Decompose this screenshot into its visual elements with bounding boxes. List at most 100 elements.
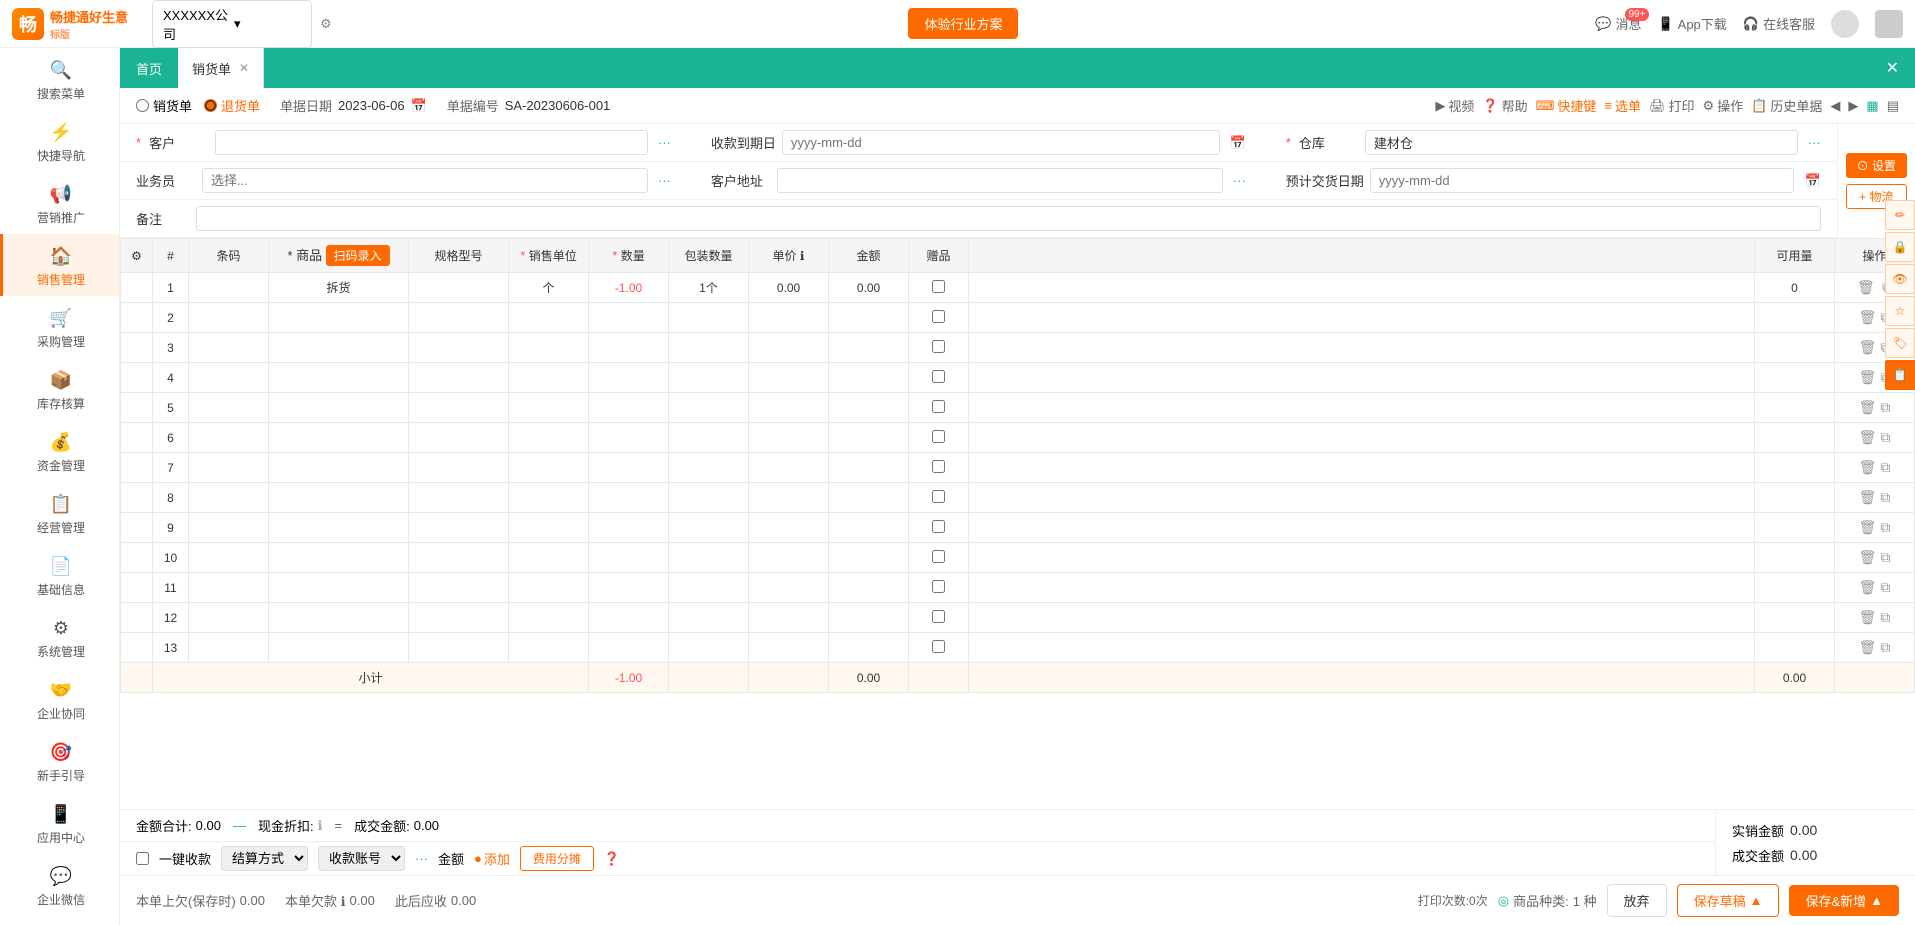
profile-menu[interactable] (1875, 10, 1903, 38)
message-button[interactable]: 💬 消息 99+ (1595, 14, 1641, 33)
sidebar-item-inventory[interactable]: 📦 库存核算 (0, 358, 119, 420)
rfb-star[interactable]: ☆ (1885, 296, 1915, 326)
print-btn[interactable]: 🖨 打印 (1649, 96, 1695, 115)
salesman-dots-icon[interactable]: ··· (658, 173, 671, 188)
salesman-input[interactable] (202, 168, 648, 193)
app-download-button[interactable]: 📱 App下载 (1657, 14, 1726, 33)
settings-button[interactable]: ⊙ 设置 (1846, 153, 1907, 178)
row1-price[interactable]: 0.00 (749, 273, 829, 303)
row1-spec[interactable] (409, 273, 509, 303)
shortcut-btn[interactable]: ⌨ 快捷键 (1536, 96, 1597, 115)
remark-input[interactable] (196, 206, 1821, 231)
rfb-edit[interactable]: ✏ (1885, 200, 1915, 230)
sidebar-item-appstore[interactable]: 📱 应用中心 (0, 792, 119, 854)
operate-btn[interactable]: ⚙ 操作 (1703, 96, 1744, 115)
help-circle-icon[interactable]: ℹ (318, 818, 323, 834)
question-icon[interactable]: ❓ (604, 851, 620, 867)
row1-barcode[interactable] (189, 273, 269, 303)
delete-icon[interactable]: 🗑 (1859, 489, 1877, 505)
delete-icon[interactable]: 🗑 (1859, 609, 1877, 625)
row1-gear[interactable] (121, 273, 153, 303)
sidebar-item-finance[interactable]: 💰 资金管理 (0, 420, 119, 482)
sidebar-item-operation[interactable]: 📋 经营管理 (0, 482, 119, 544)
sidebar-item-system[interactable]: ⚙ 系统管理 (0, 606, 119, 668)
tab-close-icon[interactable]: ✕ (239, 61, 249, 75)
copy-icon[interactable]: ⧉ (1880, 579, 1890, 595)
copy-icon[interactable]: ⧉ (1880, 639, 1890, 655)
sidebar-item-wechat[interactable]: 💬 企业微信 (0, 854, 119, 916)
calc-method-select[interactable]: 结算方式 (221, 846, 308, 871)
trial-button[interactable]: 体验行业方案 (908, 8, 1018, 39)
copy-icon[interactable]: ⧉ (1880, 519, 1890, 535)
row1-pkg-qty[interactable]: 1个 (669, 273, 749, 303)
addr-dots-icon[interactable]: ··· (1233, 173, 1246, 188)
sidebar-item-sales[interactable]: 🏠 销售管理 (0, 234, 119, 296)
warehouse-input[interactable] (1365, 130, 1798, 155)
delivery-date-input[interactable] (1370, 168, 1795, 193)
help-btn[interactable]: ❓ 帮助 (1482, 96, 1527, 115)
discard-button[interactable]: 放弃 (1607, 884, 1667, 917)
nav-prev-icon[interactable]: ◀ (1830, 98, 1840, 114)
delete-icon[interactable]: 🗑 (1859, 399, 1877, 415)
tab-sales-order[interactable]: 销货单 ✕ (178, 48, 264, 88)
row1-gift[interactable] (909, 273, 969, 303)
rfb-orange[interactable]: 📋 (1885, 360, 1915, 390)
list-view-icon[interactable]: ▤ (1887, 98, 1899, 114)
history-btn[interactable]: 📋 历史单据 (1751, 96, 1822, 115)
delete-icon[interactable]: 🗑 (1859, 579, 1877, 595)
close-all-icon[interactable]: ✕ (1878, 56, 1907, 81)
gear-icon[interactable]: ⚙ (320, 16, 332, 32)
grid-view-icon[interactable]: ▦ (1866, 98, 1878, 114)
payment-due-input[interactable] (782, 130, 1220, 155)
calendar-icon[interactable]: 📅 (411, 98, 427, 114)
customer-dots-icon[interactable]: ··· (658, 135, 671, 150)
one-click-pay-checkbox[interactable] (136, 852, 149, 865)
company-selector[interactable]: XXXXXX公司 ▾ (152, 0, 312, 48)
delete-icon[interactable]: 🗑 (1859, 429, 1877, 445)
sidebar-item-member[interactable]: ▽ 畅会员 (0, 916, 119, 925)
sidebar-item-base-info[interactable]: 📄 基础信息 (0, 544, 119, 606)
copy-icon[interactable]: ⧉ (1880, 489, 1890, 505)
th-gear[interactable]: ⚙ (121, 239, 153, 273)
row1-product[interactable]: 拆货 (269, 273, 409, 303)
delete-icon[interactable]: 🗑 (1857, 279, 1875, 295)
online-service-button[interactable]: 🎧 在线客服 (1743, 14, 1815, 33)
delete-icon[interactable]: 🗑 (1859, 369, 1877, 385)
tab-home[interactable]: 首页 (120, 48, 178, 88)
delete-icon[interactable]: 🗑 (1859, 519, 1877, 535)
delete-icon[interactable]: 🗑 (1859, 339, 1877, 355)
sidebar-item-search[interactable]: 🔍 搜索菜单 (0, 48, 119, 110)
delete-icon[interactable]: 🗑 (1859, 549, 1877, 565)
row1-unit[interactable]: 个 (509, 273, 589, 303)
delete-icon[interactable]: 🗑 (1859, 309, 1877, 325)
delete-icon[interactable]: 🗑 (1859, 459, 1877, 475)
payment-calendar-icon[interactable]: 📅 (1230, 135, 1246, 151)
row1-qty[interactable]: -1.00 (589, 273, 669, 303)
copy-icon[interactable]: ⧉ (1880, 549, 1890, 565)
row1-amount[interactable]: 0.00 (829, 273, 909, 303)
copy-icon[interactable]: ⧉ (1880, 609, 1890, 625)
nav-next-icon[interactable]: ▶ (1848, 98, 1858, 114)
sidebar-item-marketing[interactable]: 📢 营销推广 (0, 172, 119, 234)
add-button[interactable]: ● 添加 (474, 849, 510, 868)
customer-addr-input[interactable] (777, 168, 1223, 193)
save-draft-button[interactable]: 保存草稿 ▲ (1677, 884, 1780, 917)
copy-icon[interactable]: ⧉ (1880, 459, 1890, 475)
video-btn[interactable]: ▶ 视频 (1435, 96, 1474, 115)
delete-icon[interactable]: 🗑 (1859, 639, 1877, 655)
account-dots-icon[interactable]: ··· (415, 851, 428, 866)
customer-input[interactable] (215, 130, 648, 155)
account-select[interactable]: 收款账号 (318, 846, 405, 871)
sidebar-item-quick-nav[interactable]: ⚡ 快捷导航 (0, 110, 119, 172)
rfb-eye[interactable]: 👁 (1885, 264, 1915, 294)
sidebar-item-collab[interactable]: 🤝 企业协同 (0, 668, 119, 730)
sidebar-item-guide[interactable]: 🎯 新手引导 (0, 730, 119, 792)
radio-sales-order[interactable]: 销货单 (136, 96, 192, 115)
expense-split-button[interactable]: 费用分摊 (520, 846, 594, 871)
avatar[interactable] (1831, 10, 1859, 38)
save-new-button[interactable]: 保存&新增 ▲ (1789, 885, 1899, 916)
delivery-calendar-icon[interactable]: 📅 (1804, 173, 1820, 189)
copy-icon[interactable]: ⧉ (1880, 429, 1890, 445)
sidebar-item-purchase[interactable]: 🛒 采购管理 (0, 296, 119, 358)
scan-button[interactable]: 扫码录入 (326, 245, 390, 266)
